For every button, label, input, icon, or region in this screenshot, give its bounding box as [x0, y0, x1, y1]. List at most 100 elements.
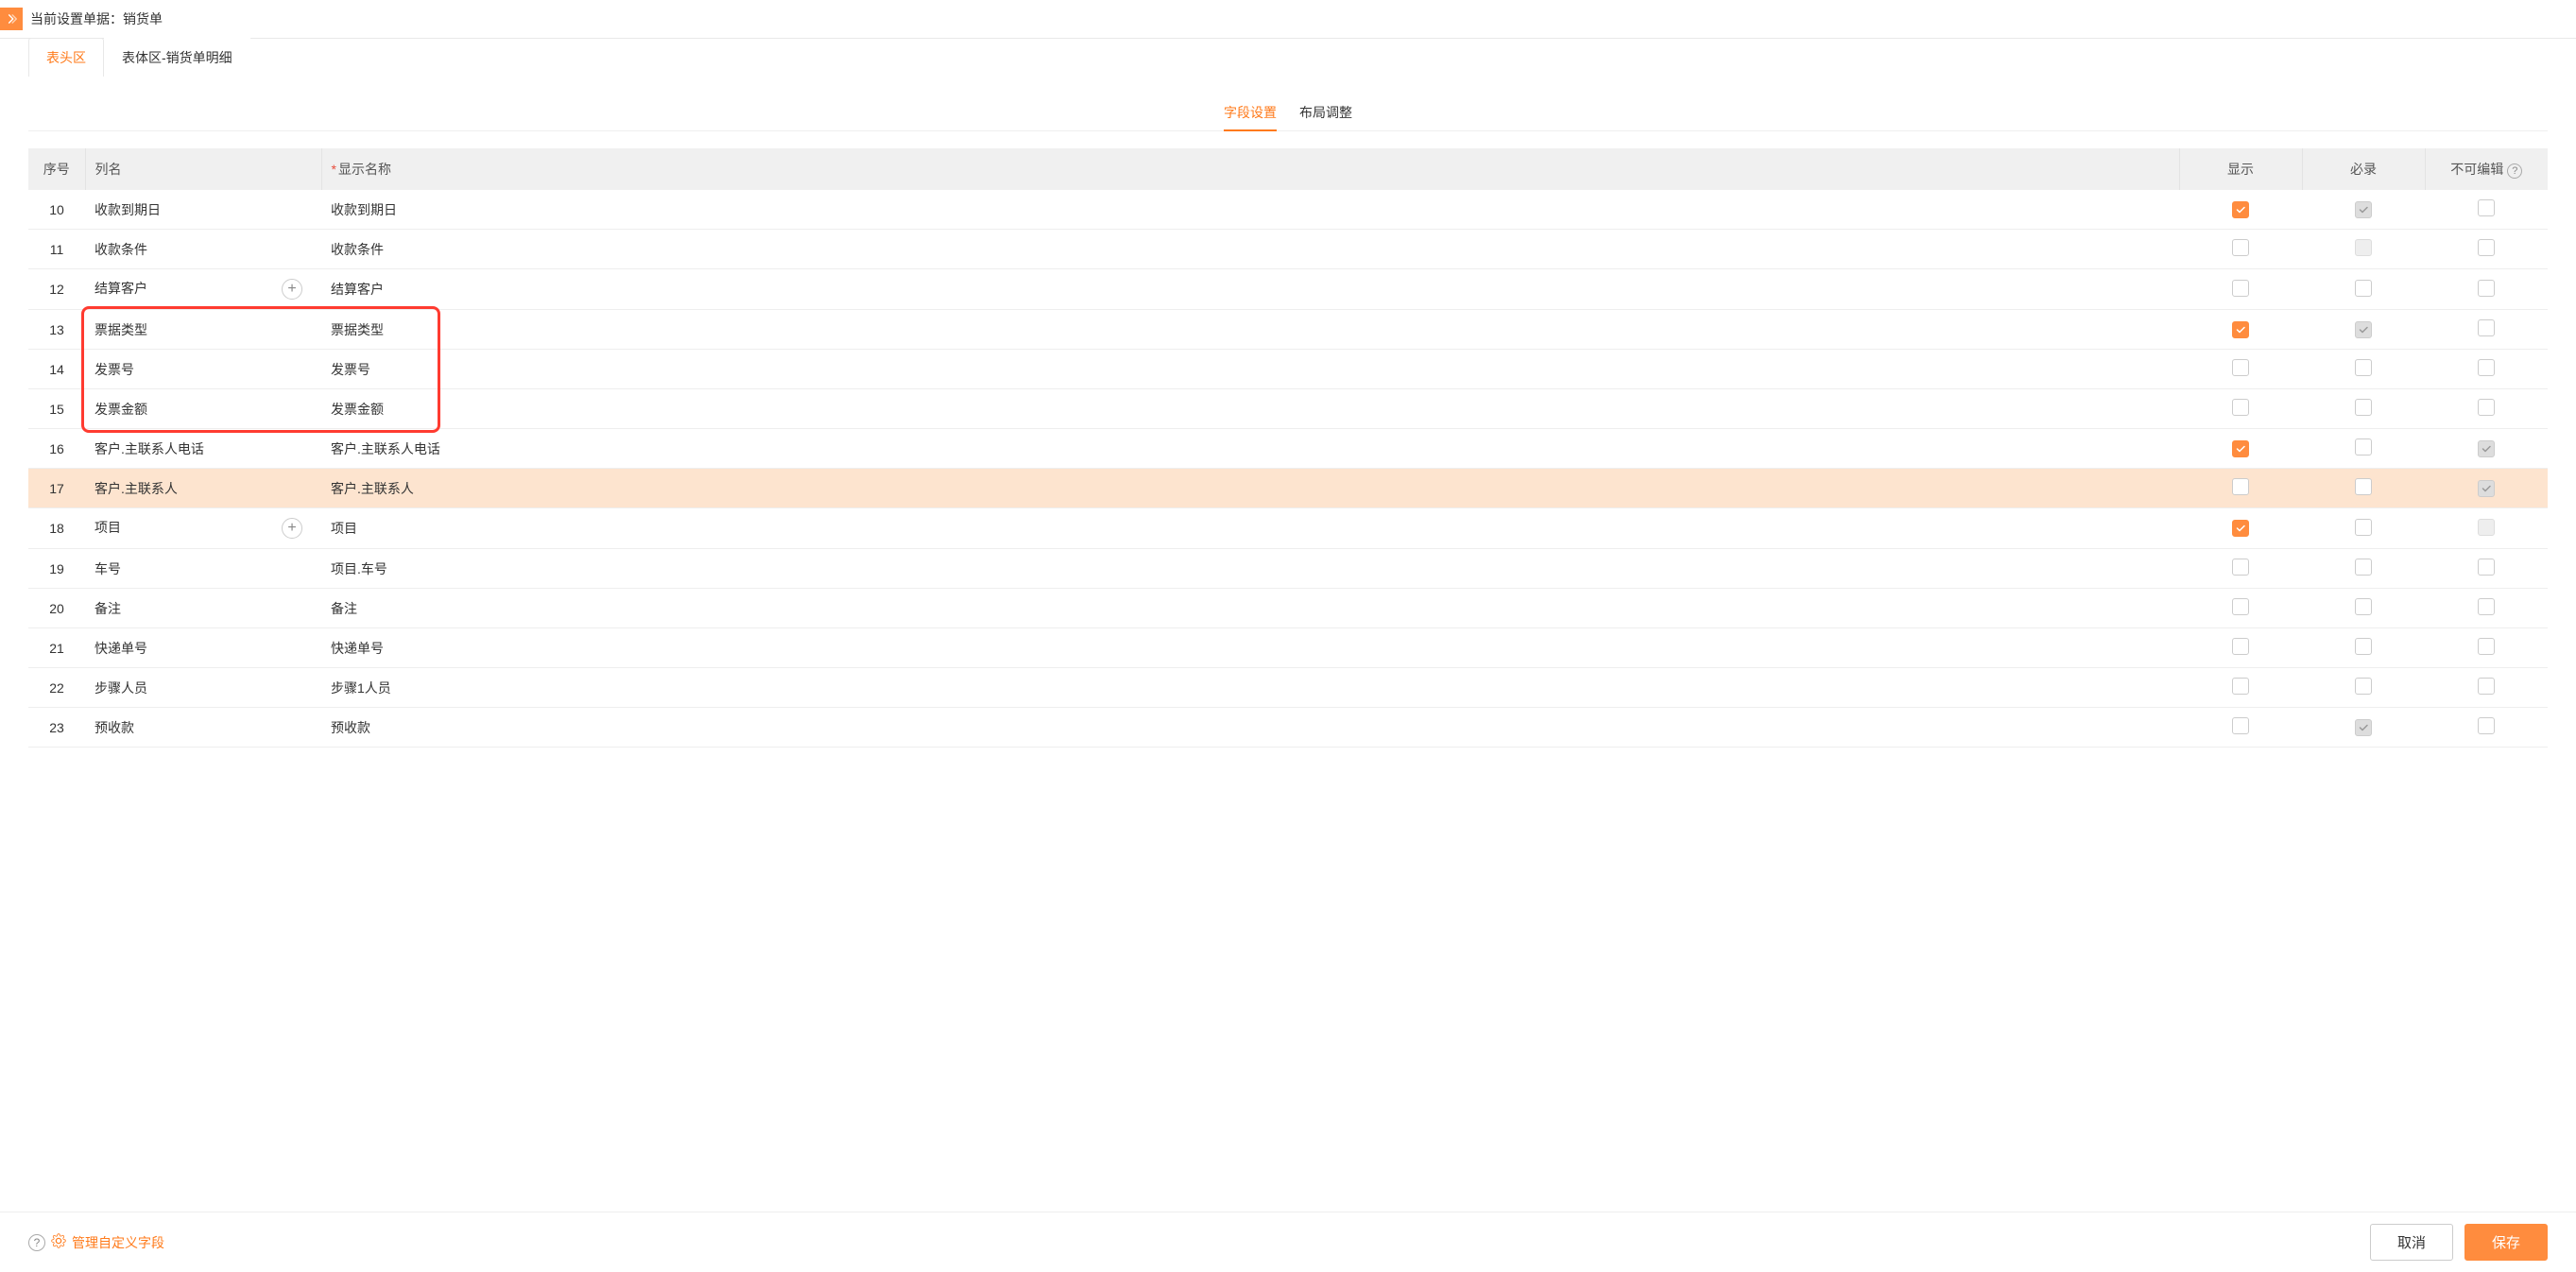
row-readonly-cell	[2425, 628, 2548, 668]
row-display-name[interactable]: 项目	[321, 508, 2179, 549]
row-seq: 21	[28, 628, 85, 668]
checkbox[interactable]	[2232, 321, 2249, 338]
row-display-name[interactable]: 票据类型	[321, 310, 2179, 350]
row-seq: 20	[28, 589, 85, 628]
checkbox[interactable]	[2478, 678, 2495, 695]
checkbox[interactable]	[2355, 399, 2372, 416]
checkbox[interactable]	[2355, 638, 2372, 655]
checkbox[interactable]	[2478, 359, 2495, 376]
checkbox[interactable]	[2478, 199, 2495, 216]
field-table-wrap: 序号 列名 *显示名称 显示 必录 不可编辑? 10收款到期日收款到期日11收款…	[28, 148, 2548, 748]
row-show-cell	[2179, 469, 2302, 508]
checkbox[interactable]	[2232, 359, 2249, 376]
add-sub-field-button[interactable]: +	[282, 518, 302, 539]
help-icon[interactable]: ?	[2507, 163, 2522, 179]
top-bar-label: 当前设置单据：销货单	[30, 9, 163, 28]
checkbox[interactable]	[2232, 478, 2249, 495]
table-row: 12结算客户+结算客户	[28, 269, 2548, 310]
row-display-name[interactable]: 步骤1人员	[321, 668, 2179, 708]
row-required-cell	[2302, 628, 2425, 668]
row-name: 收款条件	[85, 230, 321, 269]
checkbox[interactable]	[2232, 440, 2249, 457]
checkbox[interactable]	[2355, 438, 2372, 456]
checkbox[interactable]	[2232, 280, 2249, 297]
add-sub-field-button[interactable]: +	[282, 279, 302, 300]
row-display-name[interactable]: 发票金额	[321, 389, 2179, 429]
primary-tab-0[interactable]: 表头区	[28, 38, 104, 77]
checkbox[interactable]	[2478, 319, 2495, 336]
checkbox[interactable]	[2232, 520, 2249, 537]
row-readonly-cell	[2425, 389, 2548, 429]
secondary-tabs: 字段设置布局调整	[28, 95, 2548, 131]
row-seq: 22	[28, 668, 85, 708]
row-readonly-cell	[2425, 549, 2548, 589]
checkbox[interactable]	[2232, 399, 2249, 416]
cancel-button[interactable]: 取消	[2370, 1224, 2453, 1261]
table-row: 15发票金额发票金额	[28, 389, 2548, 429]
checkbox[interactable]	[2478, 638, 2495, 655]
checkbox[interactable]	[2355, 359, 2372, 376]
checkbox[interactable]	[2478, 239, 2495, 256]
manage-custom-fields-link[interactable]: 管理自定义字段	[72, 1233, 164, 1252]
row-name: 发票金额	[85, 389, 321, 429]
checkbox[interactable]	[2355, 678, 2372, 695]
secondary-tab-1[interactable]: 布局调整	[1299, 95, 1352, 131]
row-name: 预收款	[85, 708, 321, 748]
checkbox[interactable]	[2232, 717, 2249, 734]
row-display-name[interactable]: 收款到期日	[321, 190, 2179, 230]
checkbox[interactable]	[2355, 280, 2372, 297]
row-seq: 12	[28, 269, 85, 310]
checkbox	[2355, 239, 2372, 256]
footer-bar: ? 管理自定义字段 取消 保存	[0, 1212, 2576, 1272]
row-display-name[interactable]: 客户.主联系人	[321, 469, 2179, 508]
row-readonly-cell	[2425, 508, 2548, 549]
col-readonly-header: 不可编辑?	[2425, 148, 2548, 190]
checkbox[interactable]	[2232, 638, 2249, 655]
row-display-name[interactable]: 收款条件	[321, 230, 2179, 269]
row-required-cell	[2302, 469, 2425, 508]
checkbox[interactable]	[2232, 678, 2249, 695]
save-button[interactable]: 保存	[2464, 1224, 2548, 1261]
question-icon[interactable]: ?	[28, 1234, 45, 1251]
checkbox[interactable]	[2232, 559, 2249, 576]
checkbox[interactable]	[2355, 598, 2372, 615]
table-row: 10收款到期日收款到期日	[28, 190, 2548, 230]
expand-sidebar-button[interactable]	[0, 8, 23, 30]
row-name: 步骤人员	[85, 668, 321, 708]
checkbox[interactable]	[2478, 399, 2495, 416]
row-display-name[interactable]: 快递单号	[321, 628, 2179, 668]
row-display-name[interactable]: 项目.车号	[321, 549, 2179, 589]
table-row: 21快递单号快递单号	[28, 628, 2548, 668]
row-display-name[interactable]: 结算客户	[321, 269, 2179, 310]
checkbox[interactable]	[2478, 598, 2495, 615]
row-display-name[interactable]: 备注	[321, 589, 2179, 628]
row-show-cell	[2179, 508, 2302, 549]
checkbox	[2355, 201, 2372, 218]
row-display-name[interactable]: 发票号	[321, 350, 2179, 389]
checkbox[interactable]	[2232, 239, 2249, 256]
checkbox[interactable]	[2478, 280, 2495, 297]
checkbox[interactable]	[2355, 559, 2372, 576]
row-display-name[interactable]: 预收款	[321, 708, 2179, 748]
checkbox[interactable]	[2355, 519, 2372, 536]
row-seq: 15	[28, 389, 85, 429]
row-display-name[interactable]: 客户.主联系人电话	[321, 429, 2179, 469]
row-required-cell	[2302, 429, 2425, 469]
required-star-icon: *	[332, 162, 336, 177]
row-readonly-cell	[2425, 668, 2548, 708]
row-readonly-cell	[2425, 230, 2548, 269]
checkbox[interactable]	[2232, 201, 2249, 218]
row-required-cell	[2302, 549, 2425, 589]
checkbox[interactable]	[2355, 478, 2372, 495]
row-seq: 17	[28, 469, 85, 508]
checkbox[interactable]	[2478, 559, 2495, 576]
secondary-tab-0[interactable]: 字段设置	[1224, 95, 1277, 131]
primary-tab-1[interactable]: 表体区-销货单明细	[104, 38, 250, 77]
row-required-cell	[2302, 508, 2425, 549]
table-row: 16客户.主联系人电话客户.主联系人电话	[28, 429, 2548, 469]
checkbox[interactable]	[2478, 717, 2495, 734]
row-name: 快递单号	[85, 628, 321, 668]
primary-tabs: 表头区表体区-销货单明细	[28, 38, 2548, 77]
row-show-cell	[2179, 628, 2302, 668]
checkbox[interactable]	[2232, 598, 2249, 615]
